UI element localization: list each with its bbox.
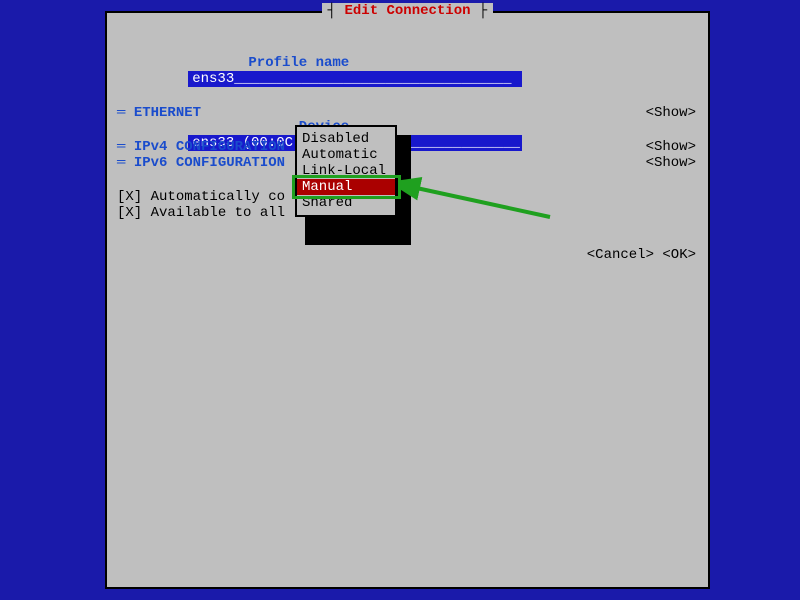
- menu-item-shared[interactable]: Shared: [297, 195, 395, 211]
- ok-button[interactable]: <OK>: [662, 247, 696, 263]
- menu-item-automatic[interactable]: Automatic: [297, 147, 395, 163]
- screen-background: ┤ Edit Connection ├ Profile name ens33__…: [0, 0, 800, 600]
- menu-item-disabled[interactable]: Disabled: [297, 131, 395, 147]
- section-ipv4: ═ IPv4 CONFIGURATION: [117, 139, 285, 155]
- menu-item-link-local[interactable]: Link-Local: [297, 163, 395, 179]
- cancel-button[interactable]: <Cancel>: [587, 247, 654, 263]
- arrow-icon: [400, 167, 580, 227]
- edit-connection-dialog: ┤ Edit Connection ├ Profile name ens33__…: [105, 11, 710, 589]
- show-ethernet[interactable]: <Show>: [646, 105, 696, 121]
- section-ipv6: ═ IPv6 CONFIGURATION: [117, 155, 285, 171]
- dialog-buttons: <Cancel> <OK>: [587, 247, 696, 263]
- section-ethernet: ═ ETHERNET: [117, 105, 201, 121]
- checkbox-auto-connect[interactable]: [X] Automatically co: [117, 189, 285, 205]
- dialog-content: Profile name ens33______________________…: [117, 39, 698, 577]
- dialog-title: ┤ Edit Connection ├: [322, 3, 494, 19]
- config-mode-menu[interactable]: Disabled Automatic Link-Local Manual Sha…: [295, 125, 397, 217]
- input-profile-name[interactable]: ens33_________________________________: [188, 71, 522, 87]
- show-ipv6[interactable]: <Show>: [646, 155, 696, 171]
- checkbox-available-all[interactable]: [X] Available to all: [117, 205, 285, 221]
- label-profile-name: Profile name: [184, 55, 349, 71]
- menu-item-manual[interactable]: Manual: [297, 179, 395, 195]
- show-ipv4[interactable]: <Show>: [646, 139, 696, 155]
- row-profile-name: Profile name ens33______________________…: [117, 39, 698, 103]
